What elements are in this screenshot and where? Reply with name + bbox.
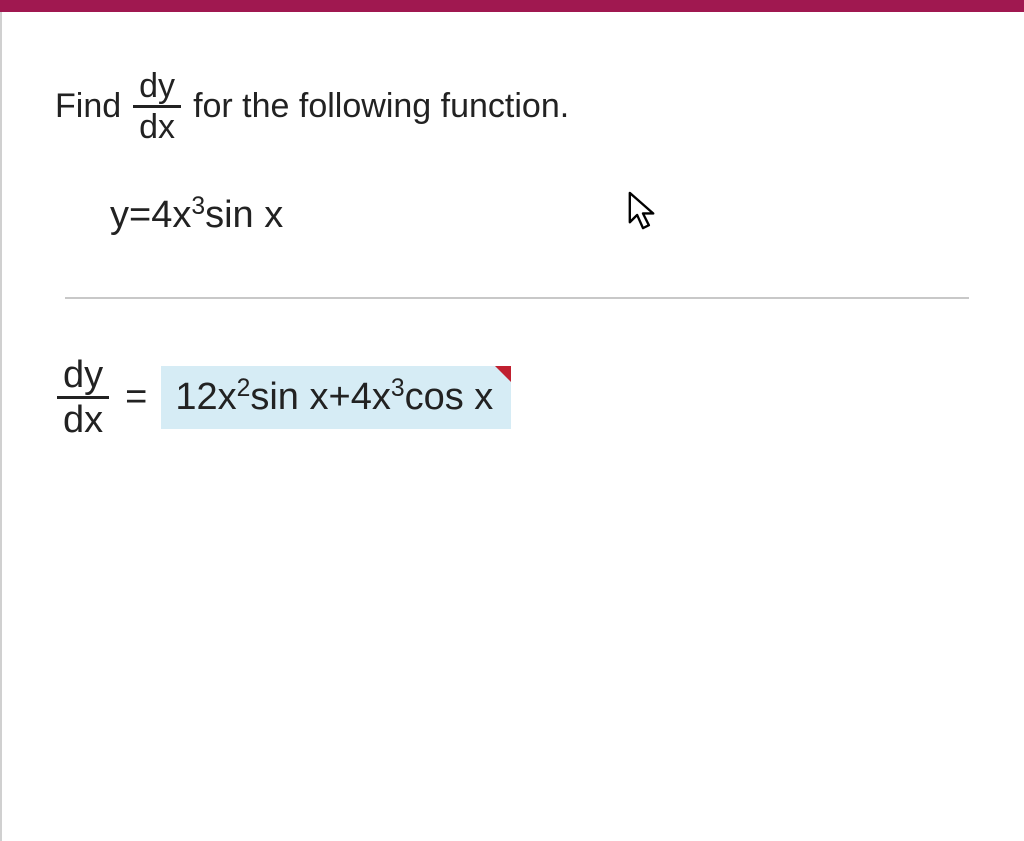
answer-equals: = [125, 376, 147, 419]
prompt-rest-text: for the following function. [193, 87, 569, 126]
answer-term2-trig: cos x [405, 376, 494, 419]
given-equation: y = 4 x 3 sin x [110, 194, 979, 237]
answer-fraction-denominator: dx [57, 399, 109, 441]
content-area: Find dy dx for the following function. y… [0, 12, 1024, 486]
equation-var: x [172, 194, 191, 237]
prompt-find-text: Find [55, 87, 121, 126]
prompt-fraction-dydx: dy dx [133, 67, 181, 146]
answer-fraction-dydx: dy dx [57, 354, 109, 441]
answer-term2-exp: 3 [391, 375, 405, 403]
fraction-denominator: dx [133, 108, 181, 146]
equation-coef: 4 [151, 194, 172, 237]
answer-fraction-numerator: dy [57, 354, 109, 396]
equation-exponent: 3 [191, 193, 205, 221]
answer-term2-var: x [372, 376, 391, 419]
answer-term1-trig: sin x [250, 376, 328, 419]
answer-line: dy dx = 12 x 2 sin x + 4 x 3 cos x [57, 354, 979, 441]
cursor-icon [625, 190, 661, 239]
answer-term2-coef: 4 [351, 376, 372, 419]
section-divider [65, 297, 969, 299]
equation-lhs-var: y [110, 194, 129, 237]
answer-box-corner-icon [495, 366, 511, 382]
fraction-numerator: dy [133, 67, 181, 105]
answer-plus: + [329, 376, 351, 419]
answer-term1-coef: 12 [175, 376, 217, 419]
answer-input-box[interactable]: 12 x 2 sin x + 4 x 3 cos x [161, 366, 511, 429]
prompt-line: Find dy dx for the following function. [55, 67, 979, 146]
answer-term1-var: x [218, 376, 237, 419]
answer-term1-exp: 2 [237, 375, 251, 403]
left-border [0, 12, 2, 841]
top-accent-bar [0, 0, 1024, 12]
equation-equals: = [129, 194, 151, 237]
equation-trig: sin x [205, 194, 283, 237]
